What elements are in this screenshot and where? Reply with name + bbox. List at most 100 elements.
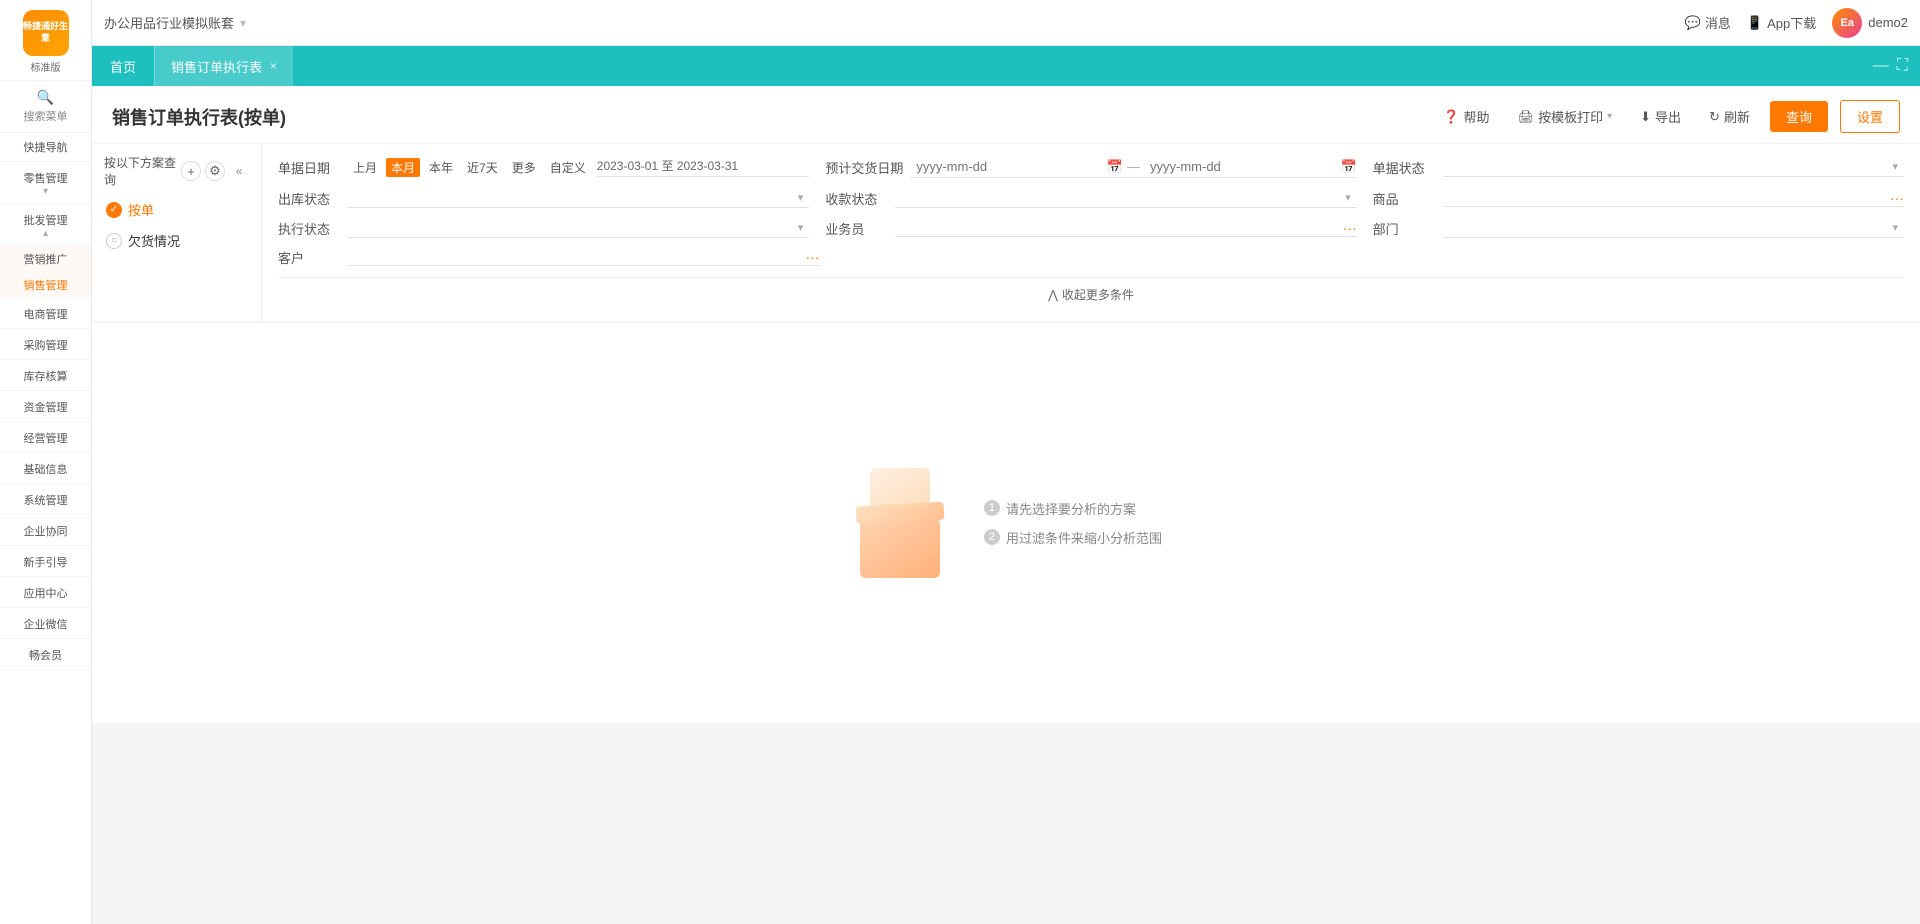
user-menu[interactable]: Ea demo2 [1832, 8, 1908, 38]
collect-status-arrow-icon: ▾ [1345, 191, 1351, 204]
date-range-text: 2023-03-01 至 2023-03-31 [597, 157, 738, 174]
date-label: 单据日期 [278, 158, 348, 177]
empty-state-container: 1 请先选择要分析的方案 2 用过滤条件来缩小分析范围 [92, 323, 1920, 723]
retail-label: 零售管理 [24, 170, 68, 186]
dept-select[interactable]: ▾ [1443, 218, 1904, 238]
scheme-item-by-order[interactable]: ✓ 按单 [92, 194, 261, 225]
out-status-select[interactable]: ▾ [348, 188, 809, 208]
empty-state: 1 请先选择要分析的方案 2 用过滤条件来缩小分析范围 [850, 408, 1162, 638]
avatar: Ea [1832, 8, 1862, 38]
sidebar-item-wholesale[interactable]: 批发管理 ▴ [0, 204, 91, 246]
sidebar-item-member[interactable]: 畅会员 [0, 639, 91, 670]
date-tag-7days[interactable]: 近7天 [462, 158, 503, 177]
step-1-num: 1 [984, 500, 1000, 516]
date-tag-this-month[interactable]: 本月 [386, 158, 420, 177]
expected-date-start[interactable] [910, 156, 1102, 177]
search-menu[interactable]: 🔍 搜索菜单 [0, 81, 91, 133]
sidebar-item-apps[interactable]: 应用中心 [0, 577, 91, 608]
quick-nav[interactable]: 快捷导航 [0, 133, 91, 162]
filter-group-expected-date: 预计交货日期 📅 — 📅 [825, 156, 1356, 178]
sidebar-item-system[interactable]: 系统管理 [0, 484, 91, 515]
expected-date-end[interactable] [1144, 156, 1336, 177]
filter-group-salesman: 业务员 ··· [825, 219, 1356, 238]
sidebar-item-marketing[interactable]: 营销推广 [0, 246, 91, 272]
wholesale-collapse-icon: ▴ [43, 228, 48, 239]
date-tag-this-year[interactable]: 本年 [424, 158, 458, 177]
tab-home[interactable]: 首页 [92, 46, 154, 86]
search-menu-label: 搜索菜单 [24, 108, 68, 124]
help-button[interactable]: ❓ 帮助 [1435, 103, 1497, 130]
sidebar-item-inventory[interactable]: 库存核算 [0, 360, 91, 391]
settings-scheme-button[interactable]: ⚙ [205, 161, 225, 181]
sidebar-item-sales[interactable]: 销售管理 [0, 272, 91, 298]
step-2-num: 2 [984, 529, 1000, 545]
sidebar-item-enterprise[interactable]: 企业协同 [0, 515, 91, 546]
sidebar-item-purchase[interactable]: 采购管理 [0, 329, 91, 360]
filter-group-exec-status: 执行状态 ▾ [278, 218, 809, 238]
add-scheme-button[interactable]: + [181, 161, 201, 181]
maximize-icon[interactable]: ⛶ [1897, 57, 1908, 75]
exec-status-select[interactable]: ▾ [348, 218, 809, 238]
dept-arrow-icon: ▾ [1892, 221, 1898, 234]
tab-close-icon[interactable]: × [270, 59, 277, 73]
scheme-active-icon: ✓ [106, 202, 122, 218]
sidebar-item-basic[interactable]: 基础信息 [0, 453, 91, 484]
goods-label: 商品 [1373, 189, 1443, 208]
message-icon: 💬 [1685, 15, 1701, 31]
tab-sales-execution[interactable]: 销售订单执行表 × [154, 46, 293, 86]
customer-more-icon[interactable]: ··· [805, 249, 819, 265]
doc-status-select[interactable]: ▾ [1443, 157, 1904, 177]
breadcrumb: 办公用品行业模拟账套 [104, 13, 234, 32]
message-label: 消息 [1705, 13, 1731, 32]
sidebar-item-guide[interactable]: 新手引导 [0, 546, 91, 577]
filter-fields: 单据日期 上月 本月 本年 近7天 更多 自定义 2023- [262, 144, 1920, 321]
app-download-button[interactable]: 📱 App下载 [1747, 13, 1816, 32]
settings-button[interactable]: 设置 [1840, 100, 1900, 133]
export-button[interactable]: ⬇ 导出 [1632, 103, 1689, 130]
main-area: 办公用品行业模拟账套 ▾ 💬 消息 📱 App下载 Ea demo2 首页 [92, 0, 1920, 924]
refresh-label: 刷新 [1724, 107, 1750, 126]
goods-more-icon[interactable]: ··· [1890, 190, 1904, 206]
filter-row-3: 执行状态 ▾ 业务员 ··· 部门 [278, 218, 1904, 238]
apps-label: 应用中心 [24, 585, 68, 601]
scheme-item-shortage[interactable]: ○ 欠货情况 [92, 225, 261, 256]
sidebar-item-ecommerce[interactable]: 电商管理 [0, 298, 91, 329]
page-header: 销售订单执行表(按单) ❓ 帮助 🖨 按模板打印 ▾ ⬇ 导出 ↻ 刷新 [92, 86, 1920, 144]
filter-group-dept: 部门 ▾ [1373, 218, 1904, 238]
sidebar-item-operations[interactable]: 经营管理 [0, 422, 91, 453]
search-button[interactable]: 查询 [1770, 101, 1828, 132]
filter-group-collect-status: 收款状态 ▾ [825, 188, 1356, 208]
topbar-left: 办公用品行业模拟账套 ▾ [104, 13, 246, 32]
ecommerce-label: 电商管理 [24, 306, 68, 322]
wechat-label: 企业微信 [24, 616, 68, 632]
date-tag-custom[interactable]: 自定义 [545, 158, 591, 177]
scheme-shortage-label: 欠货情况 [128, 231, 180, 250]
message-button[interactable]: 💬 消息 [1685, 13, 1731, 32]
scheme-header: 按以下方案查询 + ⚙ « [92, 144, 261, 194]
customer-label: 客户 [278, 248, 348, 267]
print-icon: 🖨 [1518, 109, 1535, 125]
collapse-more-button[interactable]: ⋀ 收起更多条件 [278, 277, 1904, 309]
date-tag-more[interactable]: 更多 [507, 158, 541, 177]
collect-status-select[interactable]: ▾ [895, 188, 1356, 208]
refresh-icon: ↻ [1709, 109, 1720, 125]
user-name: demo2 [1868, 15, 1908, 30]
breadcrumb-arrow[interactable]: ▾ [240, 16, 246, 30]
print-arrow-icon: ▾ [1607, 111, 1612, 122]
calendar-start-icon[interactable]: 📅 [1107, 159, 1123, 175]
doc-status-arrow-icon: ▾ [1892, 160, 1898, 173]
date-tag-last-month[interactable]: 上月 [348, 158, 382, 177]
collapse-scheme-button[interactable]: « [229, 161, 249, 181]
sidebar-item-finance[interactable]: 资金管理 [0, 391, 91, 422]
sidebar-item-wechat[interactable]: 企业微信 [0, 608, 91, 639]
operations-label: 经营管理 [24, 430, 68, 446]
refresh-button[interactable]: ↻ 刷新 [1701, 103, 1758, 130]
minimize-icon[interactable]: — [1873, 57, 1889, 75]
print-button[interactable]: 🖨 按模板打印 ▾ [1510, 103, 1621, 130]
empty-text-block: 1 请先选择要分析的方案 2 用过滤条件来缩小分析范围 [984, 499, 1162, 547]
date-separator: — [1127, 159, 1140, 174]
calendar-end-icon[interactable]: 📅 [1340, 159, 1356, 175]
sidebar-item-retail[interactable]: 零售管理 ▾ [0, 162, 91, 204]
salesman-more-icon[interactable]: ··· [1343, 220, 1357, 236]
filter-group-goods: 商品 ··· [1373, 189, 1904, 208]
